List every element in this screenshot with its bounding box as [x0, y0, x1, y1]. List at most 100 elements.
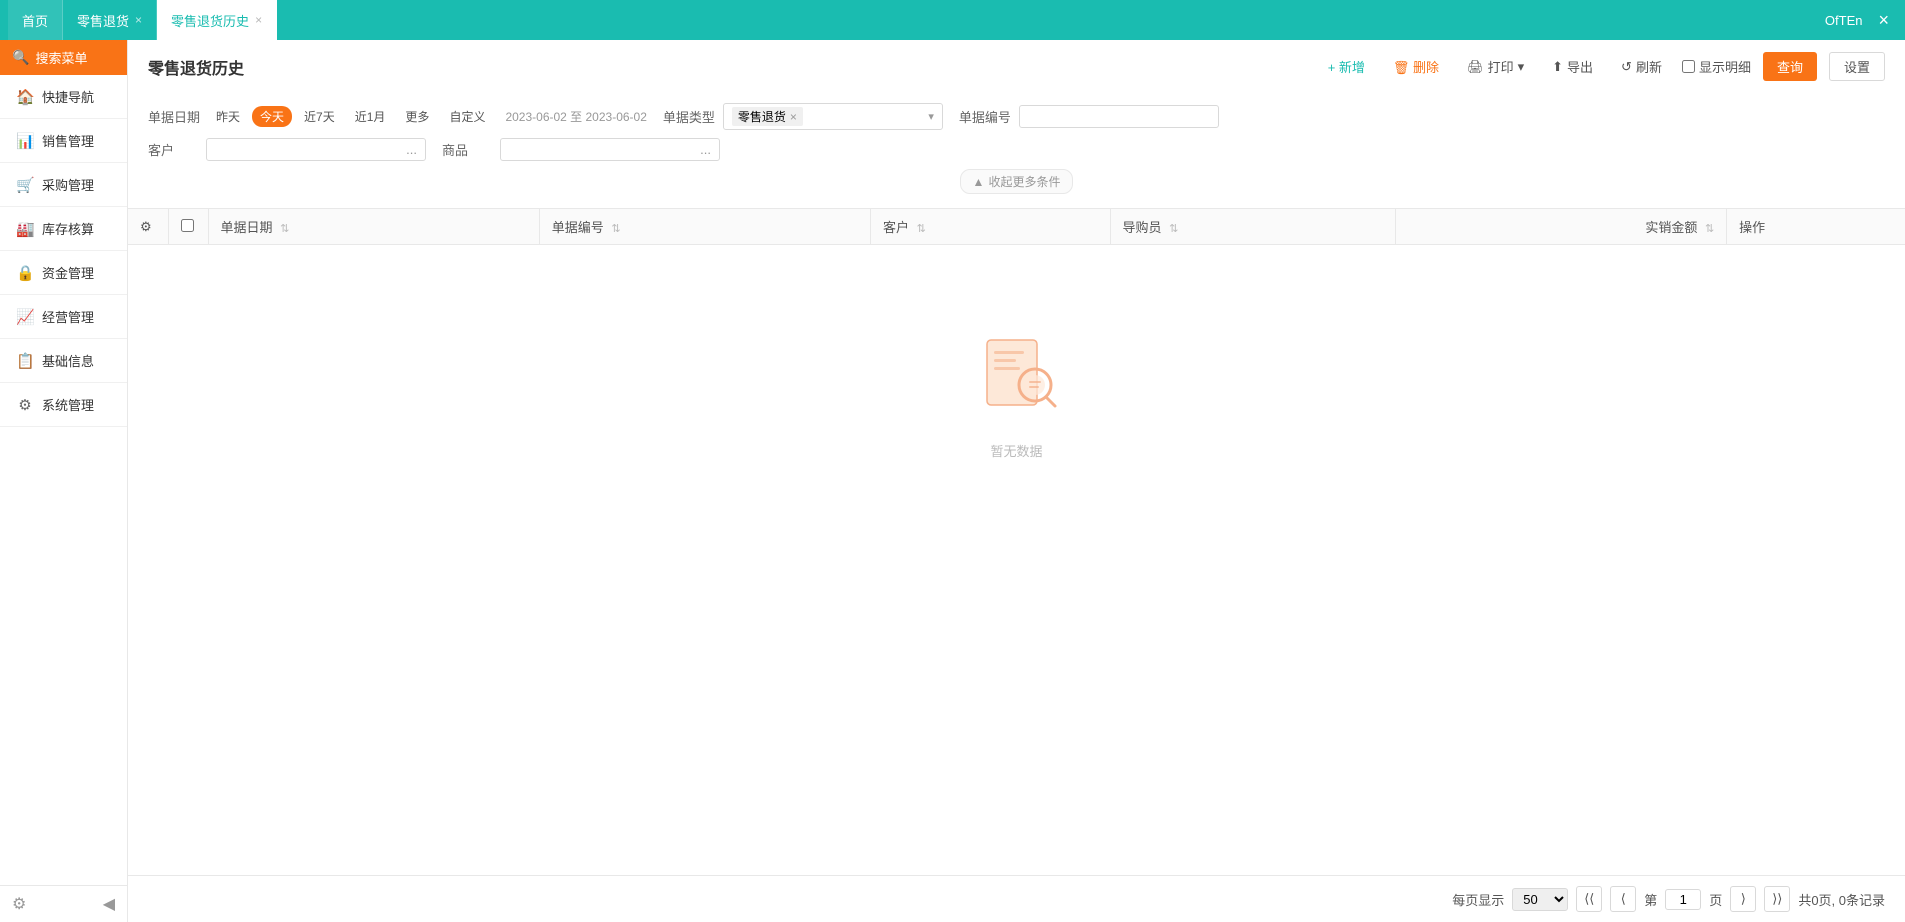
print-button[interactable]: 🖨 打印 ▾	[1459, 53, 1532, 80]
filter-row-1: 单据日期 昨天 今天 近7天 近1月 更多 自定义 2023-06-02 至 2…	[148, 103, 1885, 130]
customer-input[interactable]	[215, 142, 400, 157]
bill-type-tag: 零售退货 ×	[732, 107, 803, 126]
sidebar-items: 🏠 快捷导航 📊 销售管理 🛒 采购管理 🏭 库存核算 🔒 资金管理 📈	[0, 75, 127, 885]
sidebar-search[interactable]: 🔍 搜索菜单	[0, 40, 127, 75]
date-btn-yesterday[interactable]: 昨天	[208, 106, 248, 127]
tab-home-label: 首页	[22, 11, 48, 30]
date-btn-today[interactable]: 今天	[252, 106, 292, 127]
per-page-label: 每页显示	[1452, 890, 1504, 909]
th-checkbox	[168, 209, 208, 245]
th-guide-label: 导购员	[1123, 220, 1162, 235]
top-nav: 首页 零售退货 × 零售退货历史 × OfTEn ×	[0, 0, 1905, 40]
tab-retail-return[interactable]: 零售退货 ×	[63, 0, 157, 40]
sidebar-item-inventory-label: 库存核算	[42, 219, 94, 238]
new-button[interactable]: + 新增	[1320, 53, 1373, 80]
collapse-label: 收起更多条件	[988, 173, 1060, 190]
sidebar-item-inventory[interactable]: 🏭 库存核算	[0, 207, 127, 251]
query-button[interactable]: 查询	[1763, 52, 1817, 81]
empty-text: 暂无数据	[990, 441, 1042, 460]
next-page-btn[interactable]: ⟩	[1730, 886, 1756, 912]
select-all-checkbox[interactable]	[181, 219, 194, 232]
th-date-label: 单据日期	[221, 220, 273, 235]
last-page-btn[interactable]: ⟩⟩	[1764, 886, 1790, 912]
date-btn-more[interactable]: 更多	[397, 106, 437, 127]
collapse-up-icon: ▲	[973, 175, 985, 189]
sidebar-item-basicinfo[interactable]: 📋 基础信息	[0, 339, 127, 383]
sidebar-settings-btn[interactable]: ⚙	[12, 894, 26, 914]
th-amount[interactable]: 实销金额 ⇅	[1395, 209, 1726, 245]
customer-ellipsis: ...	[406, 142, 417, 157]
goods-input[interactable]	[509, 142, 694, 157]
filter-bill-type: 单据类型 零售退货 × ▾	[663, 103, 943, 130]
show-detail-checkbox-container: 显示明细	[1682, 57, 1751, 76]
th-guide[interactable]: 导购员 ⇅	[1110, 209, 1395, 245]
bill-no-input[interactable]	[1019, 105, 1219, 128]
bill-type-label: 单据类型	[663, 107, 715, 126]
operation-icon: 📈	[16, 308, 34, 326]
first-page-btn[interactable]: ⟨⟨	[1576, 886, 1602, 912]
tab-retail-return-close[interactable]: ×	[135, 13, 142, 27]
customer-select[interactable]: ...	[206, 138, 426, 161]
page-header: 零售退货历史 + 新增 🗑 删除 🖨 打印 ▾ ⬆ 导出 ↺	[128, 40, 1905, 209]
th-date-sort-icon: ⇅	[280, 223, 289, 235]
main-layout: 🔍 搜索菜单 🏠 快捷导航 📊 销售管理 🛒 采购管理 🏭 库存核算 🔒	[0, 40, 1905, 922]
th-date[interactable]: 单据日期 ⇅	[208, 209, 539, 245]
per-page-select[interactable]: 10 20 50 100	[1512, 888, 1568, 911]
sidebar-bottom: ⚙ ◀	[0, 885, 127, 922]
sidebar-collapse-btn[interactable]: ◀	[103, 894, 115, 914]
sidebar-item-system-label: 系统管理	[42, 395, 94, 414]
nav-right: OfTEn	[1825, 13, 1871, 28]
sidebar-item-system[interactable]: ⚙ 系统管理	[0, 383, 127, 427]
filters: 单据日期 昨天 今天 近7天 近1月 更多 自定义 2023-06-02 至 2…	[148, 93, 1885, 208]
sidebar-item-operation-label: 经营管理	[42, 307, 94, 326]
th-amount-label: 实销金额	[1645, 220, 1697, 235]
collapse-button[interactable]: ▲ 收起更多条件	[960, 169, 1074, 194]
date-btn-7days[interactable]: 近7天	[296, 106, 343, 127]
refresh-icon: ↺	[1621, 59, 1632, 75]
refresh-button[interactable]: ↺ 刷新	[1613, 53, 1670, 80]
bill-type-tag-text: 零售退货	[738, 108, 786, 125]
inventory-icon: 🏭	[16, 220, 34, 238]
goods-ellipsis: ...	[700, 142, 711, 157]
filter-row-2: 客户 ... 商品 ...	[148, 138, 1885, 161]
sidebar-item-purchase[interactable]: 🛒 采购管理	[0, 163, 127, 207]
window-close-icon[interactable]: ×	[1870, 10, 1897, 31]
filter-customer: 客户 ...	[148, 138, 426, 161]
search-icon: 🔍	[12, 49, 29, 66]
th-settings[interactable]: ⚙	[128, 209, 168, 245]
date-btn-custom[interactable]: 自定义	[441, 106, 493, 127]
prev-page-btn[interactable]: ⟨	[1610, 886, 1636, 912]
collapse-row: ▲ 收起更多条件	[148, 169, 1885, 194]
sidebar-item-quicknav-label: 快捷导航	[42, 87, 94, 106]
th-action: 操作	[1727, 209, 1905, 245]
current-page-input[interactable]	[1665, 889, 1701, 910]
th-customer[interactable]: 客户 ⇅	[871, 209, 1111, 245]
goods-select[interactable]: ...	[500, 138, 720, 161]
bill-type-select[interactable]: 零售退货 × ▾	[723, 103, 943, 130]
sidebar-item-sales-label: 销售管理	[42, 131, 94, 150]
settings-button[interactable]: 设置	[1829, 52, 1885, 81]
bill-type-remove-icon[interactable]: ×	[790, 110, 797, 124]
tab-retail-return-history[interactable]: 零售退货历史 ×	[157, 0, 277, 40]
sidebar-item-quicknav[interactable]: 🏠 快捷导航	[0, 75, 127, 119]
page-title: 零售退货历史	[148, 55, 244, 79]
date-filter-label: 单据日期	[148, 107, 200, 126]
export-button[interactable]: ⬆ 导出	[1544, 53, 1601, 80]
th-no[interactable]: 单据编号 ⇅	[539, 209, 870, 245]
show-detail-checkbox[interactable]	[1682, 60, 1695, 73]
sidebar-item-finance[interactable]: 🔒 资金管理	[0, 251, 127, 295]
tab-retail-return-history-close[interactable]: ×	[255, 13, 262, 27]
page-label: 第	[1644, 890, 1657, 909]
sidebar-item-sales[interactable]: 📊 销售管理	[0, 119, 127, 163]
th-guide-sort-icon: ⇅	[1169, 223, 1178, 235]
table-body: 暂无数据	[128, 245, 1905, 541]
filter-date: 单据日期 昨天 今天 近7天 近1月 更多 自定义 2023-06-02 至 2…	[148, 106, 647, 127]
tab-home[interactable]: 首页	[8, 0, 63, 40]
date-range-display: 2023-06-02 至 2023-06-02	[505, 108, 646, 125]
bill-type-arrow-icon: ▾	[928, 110, 934, 123]
th-customer-label: 客户	[883, 220, 909, 235]
date-btn-1month[interactable]: 近1月	[347, 106, 394, 127]
print-icon: 🖨	[1467, 59, 1484, 75]
sidebar-item-operation[interactable]: 📈 经营管理	[0, 295, 127, 339]
delete-button[interactable]: 🗑 删除	[1385, 53, 1447, 80]
